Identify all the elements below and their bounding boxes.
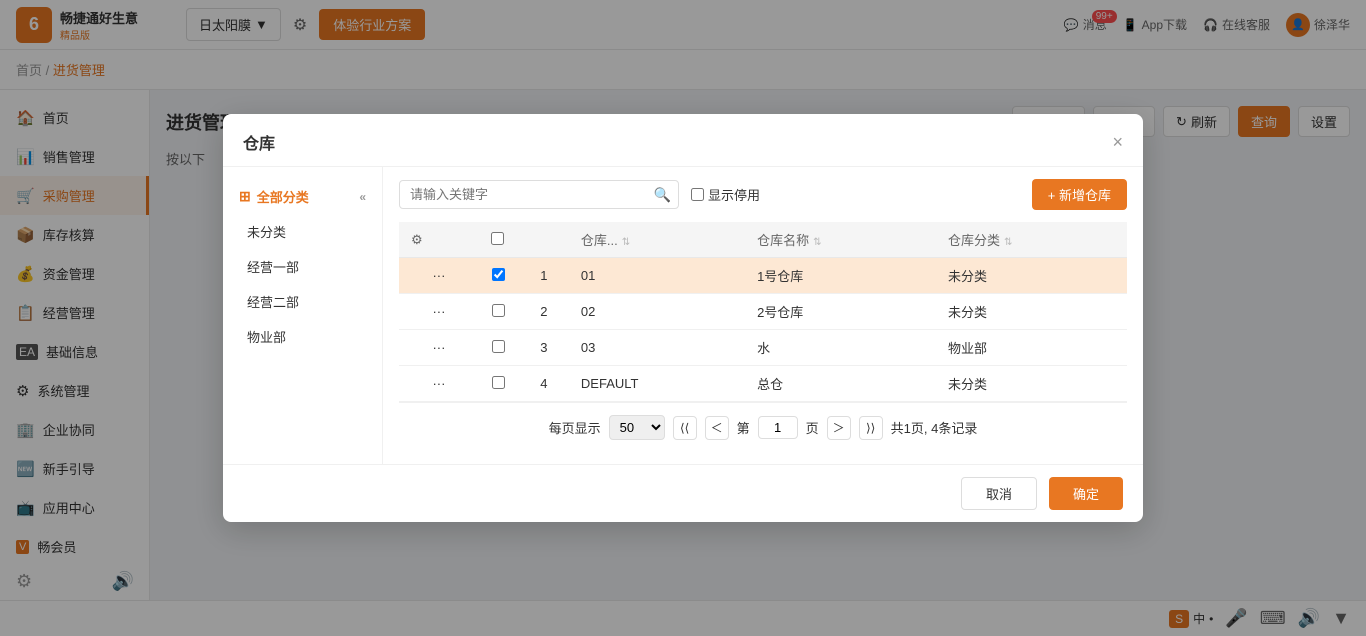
cat-item-property[interactable]: 物业部 — [223, 319, 382, 354]
show-disabled-checkbox[interactable] — [691, 188, 704, 201]
row-cb-2[interactable] — [479, 330, 519, 366]
row-cb-3[interactable] — [479, 366, 519, 402]
select-all-checkbox[interactable] — [491, 232, 504, 245]
dialog-body: ⊞ 全部分类 « 未分类 经营一部 经营二部 物业部 🔍 — [223, 167, 1143, 464]
row-name-3: 总仓 — [745, 366, 936, 402]
dialog-overlay: 仓库 × ⊞ 全部分类 « 未分类 经营一部 经营二部 物业部 — [0, 0, 1366, 636]
page-size-select[interactable]: 50 100 — [609, 415, 665, 440]
category-toggle[interactable]: « — [359, 190, 366, 204]
col-header-num — [519, 222, 569, 258]
row-name-1: 2号仓库 — [745, 294, 936, 330]
row-code-2: 03 — [569, 330, 745, 366]
table-row[interactable]: ··· 1 01 1号仓库 未分类 — [399, 258, 1127, 294]
category-header[interactable]: ⊞ 全部分类 « — [223, 179, 382, 214]
next-page-btn[interactable]: ＞ — [827, 416, 851, 440]
warehouse-dialog: 仓库 × ⊞ 全部分类 « 未分类 经营一部 经营二部 物业部 — [223, 114, 1143, 522]
row-code-1: 02 — [569, 294, 745, 330]
table-row[interactable]: ··· 3 03 水 物业部 — [399, 330, 1127, 366]
confirm-btn[interactable]: 确定 — [1049, 477, 1123, 510]
row-gear-2[interactable]: ··· — [399, 330, 479, 366]
category-panel: ⊞ 全部分类 « 未分类 经营一部 经营二部 物业部 — [223, 167, 383, 464]
cat-item-unclassified[interactable]: 未分类 — [223, 214, 382, 249]
table-row[interactable]: ··· 4 DEFAULT 总仓 未分类 — [399, 366, 1127, 402]
search-wrap: 🔍 — [399, 180, 679, 209]
col-header-gear: ⚙ — [399, 222, 479, 258]
cancel-btn[interactable]: 取消 — [961, 477, 1037, 510]
dialog-title: 仓库 — [243, 130, 275, 154]
col-header-cb — [479, 222, 519, 258]
row-cb-1[interactable] — [479, 294, 519, 330]
row-name-2: 水 — [745, 330, 936, 366]
close-icon[interactable]: × — [1112, 132, 1123, 153]
row-num-1: 2 — [519, 294, 569, 330]
col-header-name[interactable]: 仓库名称⇅ — [745, 222, 936, 258]
row-num-0: 1 — [519, 258, 569, 294]
col-header-code[interactable]: 仓库...⇅ — [569, 222, 745, 258]
row-cb-0[interactable] — [479, 258, 519, 294]
dialog-footer: 取消 确定 — [223, 464, 1143, 522]
pagination: 每页显示 50 100 ⟨⟨ ＜ 第 页 ＞ ⟩⟩ 共1页, 4条记录 — [399, 402, 1127, 452]
row-gear-0[interactable]: ··· — [399, 258, 479, 294]
dialog-header: 仓库 × — [223, 114, 1143, 167]
row-gear-3[interactable]: ··· — [399, 366, 479, 402]
row-category-0: 未分类 — [936, 258, 1127, 294]
row-category-1: 未分类 — [936, 294, 1127, 330]
show-disabled-label[interactable]: 显示停用 — [691, 185, 760, 204]
first-page-btn[interactable]: ⟨⟨ — [673, 416, 697, 440]
row-code-3: DEFAULT — [569, 366, 745, 402]
row-name-0: 1号仓库 — [745, 258, 936, 294]
search-input[interactable] — [399, 180, 679, 209]
cat-item-ops2[interactable]: 经营二部 — [223, 284, 382, 319]
cat-item-ops1[interactable]: 经营一部 — [223, 249, 382, 284]
warehouse-table: ⚙ 仓库...⇅ 仓库名称⇅ 仓库分类⇅ — [399, 222, 1127, 402]
col-header-category[interactable]: 仓库分类⇅ — [936, 222, 1127, 258]
row-num-3: 4 — [519, 366, 569, 402]
table-panel: 🔍 显示停用 + 新增仓库 ⚙ — [383, 167, 1143, 464]
search-icon[interactable]: 🔍 — [654, 186, 671, 203]
table-toolbar: 🔍 显示停用 + 新增仓库 — [399, 179, 1127, 210]
page-input[interactable] — [758, 416, 798, 439]
table-row[interactable]: ··· 2 02 2号仓库 未分类 — [399, 294, 1127, 330]
row-category-3: 未分类 — [936, 366, 1127, 402]
row-gear-1[interactable]: ··· — [399, 294, 479, 330]
table-wrapper: ⚙ 仓库...⇅ 仓库名称⇅ 仓库分类⇅ — [399, 222, 1127, 402]
row-num-2: 3 — [519, 330, 569, 366]
row-category-2: 物业部 — [936, 330, 1127, 366]
last-page-btn[interactable]: ⟩⟩ — [859, 416, 883, 440]
add-warehouse-btn[interactable]: + 新增仓库 — [1032, 179, 1127, 210]
prev-page-btn[interactable]: ＜ — [705, 416, 729, 440]
row-code-0: 01 — [569, 258, 745, 294]
